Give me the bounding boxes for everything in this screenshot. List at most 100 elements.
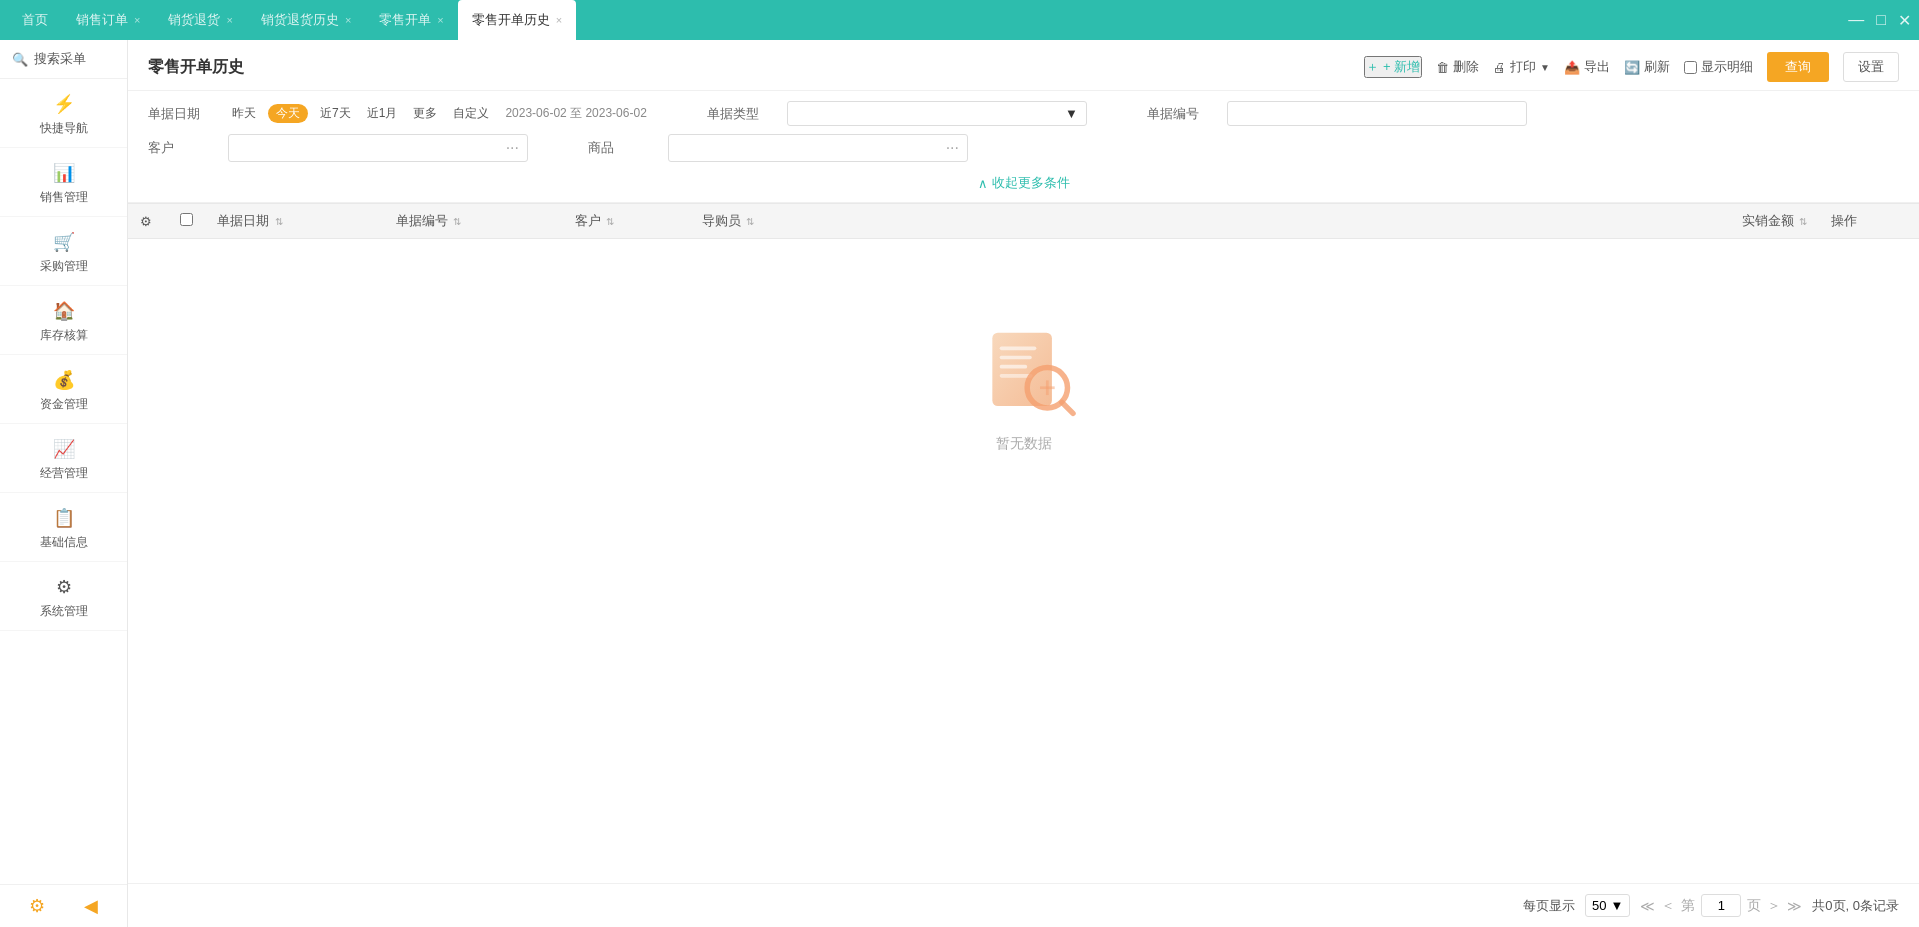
tab-sales-return-history[interactable]: 销货退货历史 × [247, 0, 365, 40]
show-detail-label: 显示明细 [1701, 58, 1753, 76]
table-area: ⚙ 单据日期 ⇅ 单据编号 ⇅ 客户 [128, 203, 1919, 883]
date-btn-more[interactable]: 更多 [409, 104, 441, 123]
th-operation: 操作 [1819, 204, 1919, 239]
sidebar-collapse-icon[interactable]: ◀ [84, 895, 98, 917]
date-btn-yesterday[interactable]: 昨天 [228, 104, 260, 123]
date-btn-1month[interactable]: 近1月 [363, 104, 402, 123]
filter-order-type-dropdown-icon: ▼ [1065, 106, 1078, 121]
add-button[interactable]: ＋ + 新增 [1364, 56, 1422, 78]
tab-retail-open-close[interactable]: × [437, 14, 443, 26]
empty-icon [974, 319, 1074, 419]
filter-goods-input[interactable]: ··· [668, 134, 968, 162]
tab-retail-open[interactable]: 零售开单 × [365, 0, 457, 40]
quick-nav-icon: ⚡ [53, 93, 75, 115]
basic-info-icon: 📋 [53, 507, 75, 529]
sidebar-item-finance[interactable]: 💰 资金管理 [0, 355, 127, 424]
setting-button[interactable]: 设置 [1843, 52, 1899, 82]
page-next-icon[interactable]: ＞ [1767, 897, 1781, 915]
tab-sales-order[interactable]: 销售订单 × [62, 0, 154, 40]
delete-icon: 🗑 [1436, 60, 1449, 75]
svg-rect-2 [999, 356, 1031, 360]
collapse-chevron-icon: ∧ [978, 176, 988, 191]
sidebar-item-basic-info[interactable]: 📋 基础信息 [0, 493, 127, 562]
th-guide-label: 导购员 [702, 213, 741, 228]
sidebar-item-basic-info-label: 基础信息 [40, 534, 88, 551]
tab-sales-return-close[interactable]: × [226, 14, 232, 26]
svg-line-6 [1062, 402, 1073, 413]
th-check[interactable] [168, 204, 205, 239]
delete-button[interactable]: 🗑 删除 [1436, 58, 1479, 76]
operations-icon: 📈 [53, 438, 75, 460]
page-prev-icon[interactable]: ＜ [1661, 897, 1675, 915]
page-first-icon[interactable]: ≪ [1640, 898, 1655, 914]
refresh-button[interactable]: 🔄 刷新 [1624, 58, 1670, 76]
show-detail-input[interactable] [1684, 61, 1697, 74]
tab-sales-return[interactable]: 销货退货 × [154, 0, 246, 40]
filter-customer-input[interactable]: ··· [228, 134, 528, 162]
collapse-btn[interactable]: ∧ 收起更多条件 [978, 174, 1070, 192]
filter-customer-label: 客户 [148, 139, 208, 157]
query-button[interactable]: 查询 [1767, 52, 1829, 82]
tab-bar: 首页 销售订单 × 销货退货 × 销货退货历史 × 零售开单 × 零售开单历史 … [0, 0, 1919, 40]
sidebar-item-sales-mgmt[interactable]: 📊 销售管理 [0, 148, 127, 217]
sidebar-item-quick-nav[interactable]: ⚡ 快捷导航 [0, 79, 127, 148]
sidebar-item-purchase-mgmt[interactable]: 🛒 采购管理 [0, 217, 127, 286]
filter-date-btns: 昨天 今天 近7天 近1月 更多 自定义 2023-06-02 至 2023-0… [228, 104, 647, 123]
svg-rect-1 [999, 347, 1036, 351]
filter-order-no-input[interactable] [1227, 101, 1527, 126]
filter-order-type-select[interactable]: ▼ [787, 101, 1087, 126]
window-close-icon[interactable]: ✕ [1898, 11, 1911, 30]
sidebar-item-system-mgmt[interactable]: ⚙ 系统管理 [0, 562, 127, 631]
per-page-dropdown-icon: ▼ [1610, 898, 1623, 913]
sidebar-item-operations-label: 经营管理 [40, 465, 88, 482]
date-btn-custom[interactable]: 自定义 [449, 104, 493, 123]
th-date[interactable]: 单据日期 ⇅ [205, 204, 384, 239]
date-btn-today[interactable]: 今天 [268, 104, 308, 123]
window-minimize-icon[interactable]: — [1848, 11, 1864, 29]
th-checkbox[interactable] [180, 213, 193, 226]
th-customer-label: 客户 [575, 213, 601, 228]
add-label: + 新增 [1383, 58, 1420, 76]
export-icon: 📤 [1564, 60, 1580, 75]
sidebar-item-inventory[interactable]: 🏠 库存核算 [0, 286, 127, 355]
header-actions: ＋ + 新增 🗑 删除 🖨 打印 ▼ 📤 导出 🔄 [1364, 52, 1899, 82]
tab-retail-open-history-close[interactable]: × [556, 14, 562, 26]
th-operation-label: 操作 [1831, 213, 1857, 228]
page-last-icon[interactable]: ≫ [1787, 898, 1802, 914]
date-btn-7days[interactable]: 近7天 [316, 104, 355, 123]
sidebar-item-operations[interactable]: 📈 经营管理 [0, 424, 127, 493]
tab-sales-order-close[interactable]: × [134, 14, 140, 26]
sidebar-search[interactable]: 🔍 搜索采单 [0, 40, 127, 79]
window-restore-icon[interactable]: □ [1876, 11, 1886, 29]
sidebar: 🔍 搜索采单 ⚡ 快捷导航 📊 销售管理 🛒 采购管理 🏠 库存核算 💰 资金管… [0, 40, 128, 927]
export-button[interactable]: 📤 导出 [1564, 58, 1610, 76]
th-customer[interactable]: 客户 ⇅ [563, 204, 690, 239]
th-amount-sort-icon: ⇅ [1799, 216, 1807, 227]
sidebar-settings-icon[interactable]: ⚙ [29, 895, 45, 917]
sidebar-item-sales-mgmt-label: 销售管理 [40, 189, 88, 206]
tab-retail-open-history-label: 零售开单历史 [472, 11, 550, 29]
th-date-label: 单据日期 [217, 213, 269, 228]
filter-row-1: 单据日期 昨天 今天 近7天 近1月 更多 自定义 2023-06-02 至 2… [148, 101, 1899, 126]
tab-sales-return-history-close[interactable]: × [345, 14, 351, 26]
per-page-select[interactable]: 50 ▼ [1585, 894, 1630, 917]
th-amount-label[interactable]: 实销金额 ⇅ [1640, 204, 1819, 239]
page-input[interactable] [1701, 894, 1741, 917]
tab-sales-order-label: 销售订单 [76, 11, 128, 29]
th-settings[interactable]: ⚙ [128, 204, 168, 239]
empty-state: 暂无数据 [128, 239, 1919, 533]
tab-home[interactable]: 首页 [8, 0, 62, 40]
per-page-value: 50 [1592, 898, 1606, 913]
th-amount [842, 204, 1640, 239]
refresh-label: 刷新 [1644, 58, 1670, 76]
filter-goods-dots: ··· [946, 139, 959, 157]
th-order-no[interactable]: 单据编号 ⇅ [384, 204, 563, 239]
show-detail-checkbox[interactable]: 显示明细 [1684, 58, 1753, 76]
sidebar-item-purchase-mgmt-label: 采购管理 [40, 258, 88, 275]
th-guide[interactable]: 导购员 ⇅ [690, 204, 843, 239]
print-button[interactable]: 🖨 打印 ▼ [1493, 58, 1550, 76]
tab-retail-open-history[interactable]: 零售开单历史 × [458, 0, 576, 40]
filter-customer-dots: ··· [506, 139, 519, 157]
svg-rect-3 [999, 365, 1026, 369]
tab-retail-open-label: 零售开单 [379, 11, 431, 29]
